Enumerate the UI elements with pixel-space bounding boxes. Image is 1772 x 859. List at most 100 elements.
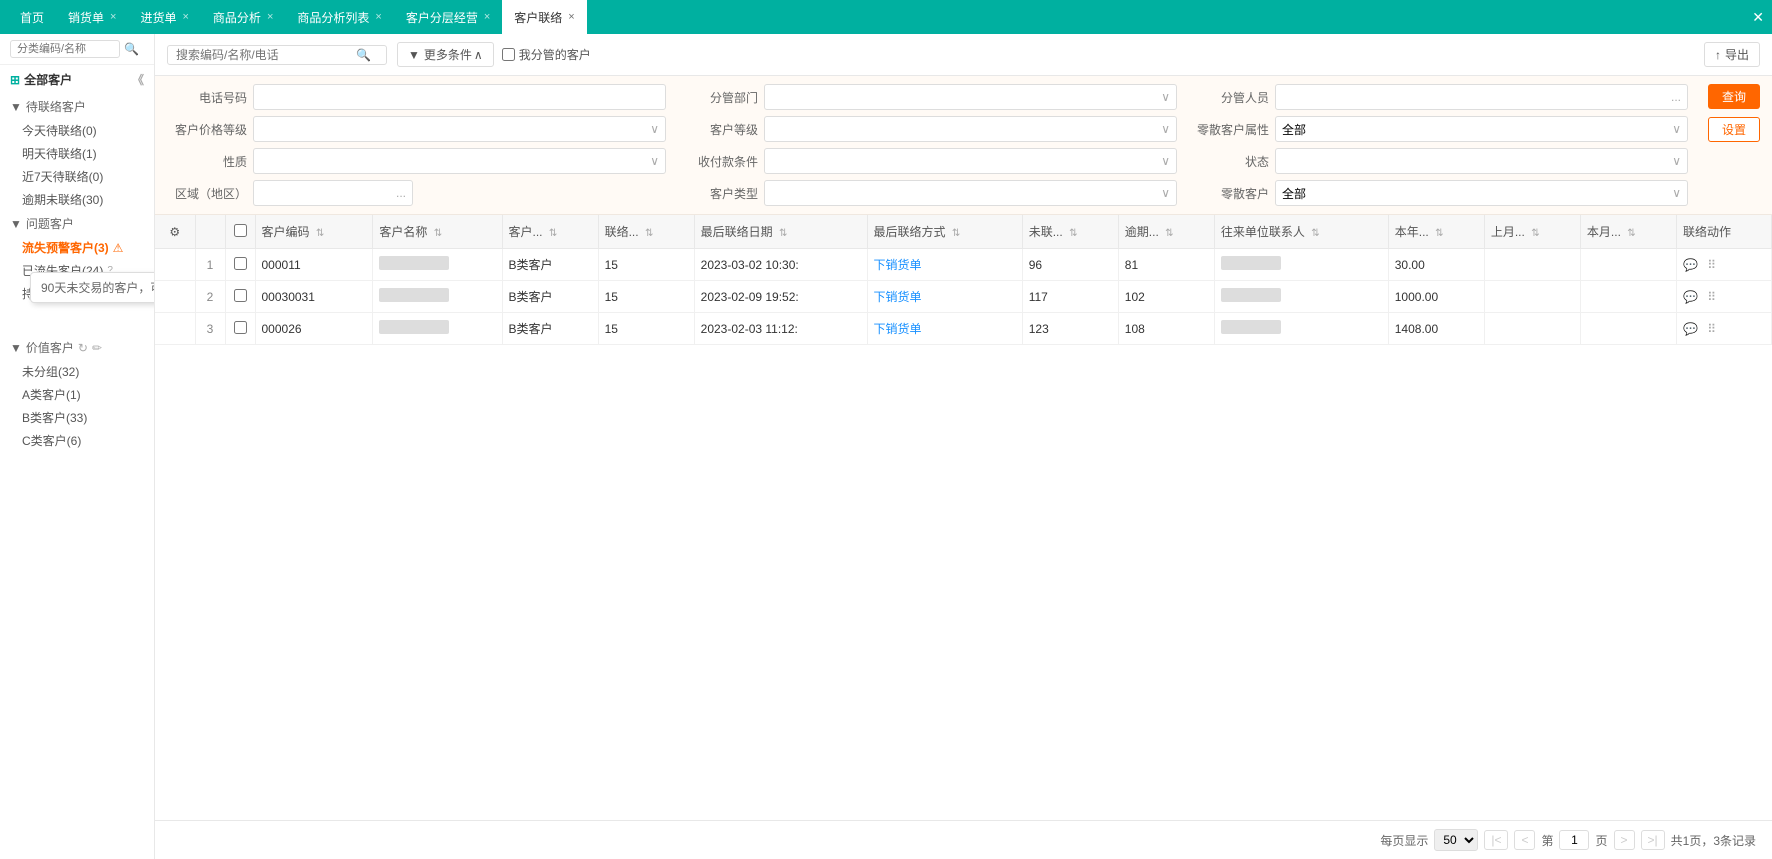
filter-retail-attr-select[interactable]: 全部 ∨ [1275,116,1688,142]
toolbar-search-icon[interactable]: 🔍 [356,48,371,62]
nav-tab-sales[interactable]: 销货单 × [56,0,128,34]
contact-column-header[interactable]: 联络... ⇅ [598,215,694,249]
filter-price-level-select[interactable]: ∨ [253,116,666,142]
query-button[interactable]: 查询 [1708,84,1760,109]
action-more-icon[interactable]: ⠿ [1707,290,1716,304]
filter-phone-input[interactable] [253,84,666,110]
overdue-column-header[interactable]: 逾期... ⇅ [1118,215,1214,249]
sidebar-collapse-button[interactable]: 《 [132,71,144,88]
nav-tab-customer-tier[interactable]: 客户分层经营 × [394,0,502,34]
filter-nature-select[interactable]: ∨ [253,148,666,174]
sidebar-item-at-risk[interactable]: 流失预警客户(3) ⚠ [0,236,154,259]
close-product-list-icon[interactable]: × [375,11,381,23]
my-customers-checkbox[interactable] [502,48,515,61]
all-customers-header[interactable]: ⊞ 全部客户 《 [0,65,154,94]
close-purchase-icon[interactable]: × [182,11,188,23]
sort-year-icon: ⇅ [1435,228,1443,239]
sidebar-item-class-b[interactable]: B类客户(33) [0,406,154,429]
last-page-button[interactable]: >| [1641,830,1665,850]
sidebar-group-pending[interactable]: ▼ 待联络客户 [0,94,154,119]
sidebar-search-input[interactable] [10,40,120,58]
uncontacted-column-header[interactable]: 未联... ⇅ [1022,215,1118,249]
action-more-icon[interactable]: ⠿ [1707,322,1716,336]
last-contact-method-link[interactable]: 下销货单 [874,322,922,336]
sidebar-item-overdue[interactable]: 逾期未联络(30) [0,188,154,211]
select-all-checkbox[interactable] [234,224,247,237]
close-all-button[interactable]: ✕ [1752,9,1764,26]
sidebar-item-week[interactable]: 近7天待联络(0) [0,165,154,188]
name-column-header[interactable]: 客户名称 ⇅ [373,215,502,249]
this-month-column-header[interactable]: 本月... ⇅ [1580,215,1676,249]
export-button[interactable]: ↑ 导出 [1704,42,1760,67]
filter-payment-select[interactable]: ∨ [764,148,1177,174]
this-year-column-header[interactable]: 本年... ⇅ [1388,215,1484,249]
nav-tab-product-analysis[interactable]: 商品分析 × [201,0,285,34]
last-contact-method-link[interactable]: 下销货单 [874,290,922,304]
row-last-contact-method-cell[interactable]: 下销货单 [867,313,1022,345]
action-chat-icon[interactable]: 💬 [1683,290,1698,304]
last-contact-date-column-header[interactable]: 最后联络日期 ⇅ [694,215,867,249]
filter-retail-customer-select[interactable]: 全部 ∨ [1275,180,1688,206]
sidebar-search-area: 🔍 [0,34,154,65]
row-checkbox-cell[interactable] [225,281,255,313]
filter-status-select[interactable]: ∨ [1275,148,1688,174]
action-chat-icon[interactable]: 💬 [1683,322,1698,336]
filter-customer-level-select[interactable]: ∨ [764,116,1177,142]
nav-tab-home[interactable]: 首页 [8,0,56,34]
row-checkbox[interactable] [234,257,247,270]
row-last-month-cell [1484,249,1580,281]
first-page-button[interactable]: |< [1484,830,1508,850]
top-nav: 首页 销货单 × 进货单 × 商品分析 × 商品分析列表 × 客户分层经营 × … [0,0,1772,34]
nav-tab-customer-contact[interactable]: 客户联络 × [502,0,586,34]
value-edit-icon[interactable]: ✏ [92,341,102,355]
close-sales-icon[interactable]: × [110,11,116,23]
prev-page-button[interactable]: < [1514,830,1535,850]
filter-dept-select[interactable]: ∨ [764,84,1177,110]
filter-person-select[interactable]: ... [1275,84,1688,110]
close-customer-tier-icon[interactable]: × [484,11,490,23]
sidebar-group-problem[interactable]: ▼ 问题客户 [0,211,154,236]
sidebar-item-class-a[interactable]: A类客户(1) [0,383,154,406]
customer-type-column-header[interactable]: 客户... ⇅ [502,215,598,249]
gear-column-header[interactable]: ⚙ [155,215,195,249]
nav-tab-product-list[interactable]: 商品分析列表 × [285,0,393,34]
row-number-cell: 2 [195,281,225,313]
unit-contacts-column-header[interactable]: 往来单位联系人 ⇅ [1214,215,1388,249]
sort-overdue-icon: ⇅ [1165,228,1173,239]
settings-button[interactable]: 设置 [1708,117,1760,142]
row-last-contact-method-cell[interactable]: 下销货单 [867,249,1022,281]
code-column-header[interactable]: 客户编码 ⇅ [255,215,373,249]
filter-region-select[interactable]: ... [253,180,413,206]
value-refresh-icon[interactable]: ↻ [78,341,88,355]
row-checkbox-cell[interactable] [225,249,255,281]
table-row: 2 00030031 B类客户 15 2023-02-09 19:52: 下销货… [155,281,1772,313]
nav-tab-purchase[interactable]: 进货单 × [128,0,200,34]
next-page-button[interactable]: > [1614,830,1635,850]
sort-code-icon: ⇅ [316,228,324,239]
toolbar: 🔍 ▼ 更多条件 ∧ 我分管的客户 ↑ 导出 [155,34,1772,76]
action-chat-icon[interactable]: 💬 [1683,258,1698,272]
filter-customer-type-select[interactable]: ∨ [764,180,1177,206]
row-last-contact-method-cell[interactable]: 下销货单 [867,281,1022,313]
row-checkbox-cell[interactable] [225,313,255,345]
row-checkbox[interactable] [234,321,247,334]
gear-icon[interactable]: ⚙ [169,225,180,239]
per-page-select[interactable]: 50 [1434,829,1478,851]
sidebar-group-value[interactable]: ▼ 价值客户 ↻ ✏ [0,335,154,360]
action-more-icon[interactable]: ⠿ [1707,258,1716,272]
sidebar-item-ungrouped[interactable]: 未分组(32) [0,360,154,383]
close-product-analysis-icon[interactable]: × [267,11,273,23]
row-checkbox[interactable] [234,289,247,302]
toolbar-search-input[interactable] [176,48,356,62]
page-number-input[interactable] [1559,830,1589,850]
sidebar-item-tomorrow[interactable]: 明天待联络(1) [0,142,154,165]
last-month-column-header[interactable]: 上月... ⇅ [1484,215,1580,249]
checkbox-header[interactable] [225,215,255,249]
sidebar-item-class-c[interactable]: C类客户(6) [0,429,154,452]
sidebar-item-today[interactable]: 今天待联络(0) [0,119,154,142]
close-customer-contact-icon[interactable]: × [568,11,574,23]
more-conditions-button[interactable]: ▼ 更多条件 ∧ [397,42,494,67]
last-contact-method-link[interactable]: 下销货单 [874,258,922,272]
last-contact-method-column-header[interactable]: 最后联络方式 ⇅ [867,215,1022,249]
my-customers-checkbox-label[interactable]: 我分管的客户 [502,46,591,63]
